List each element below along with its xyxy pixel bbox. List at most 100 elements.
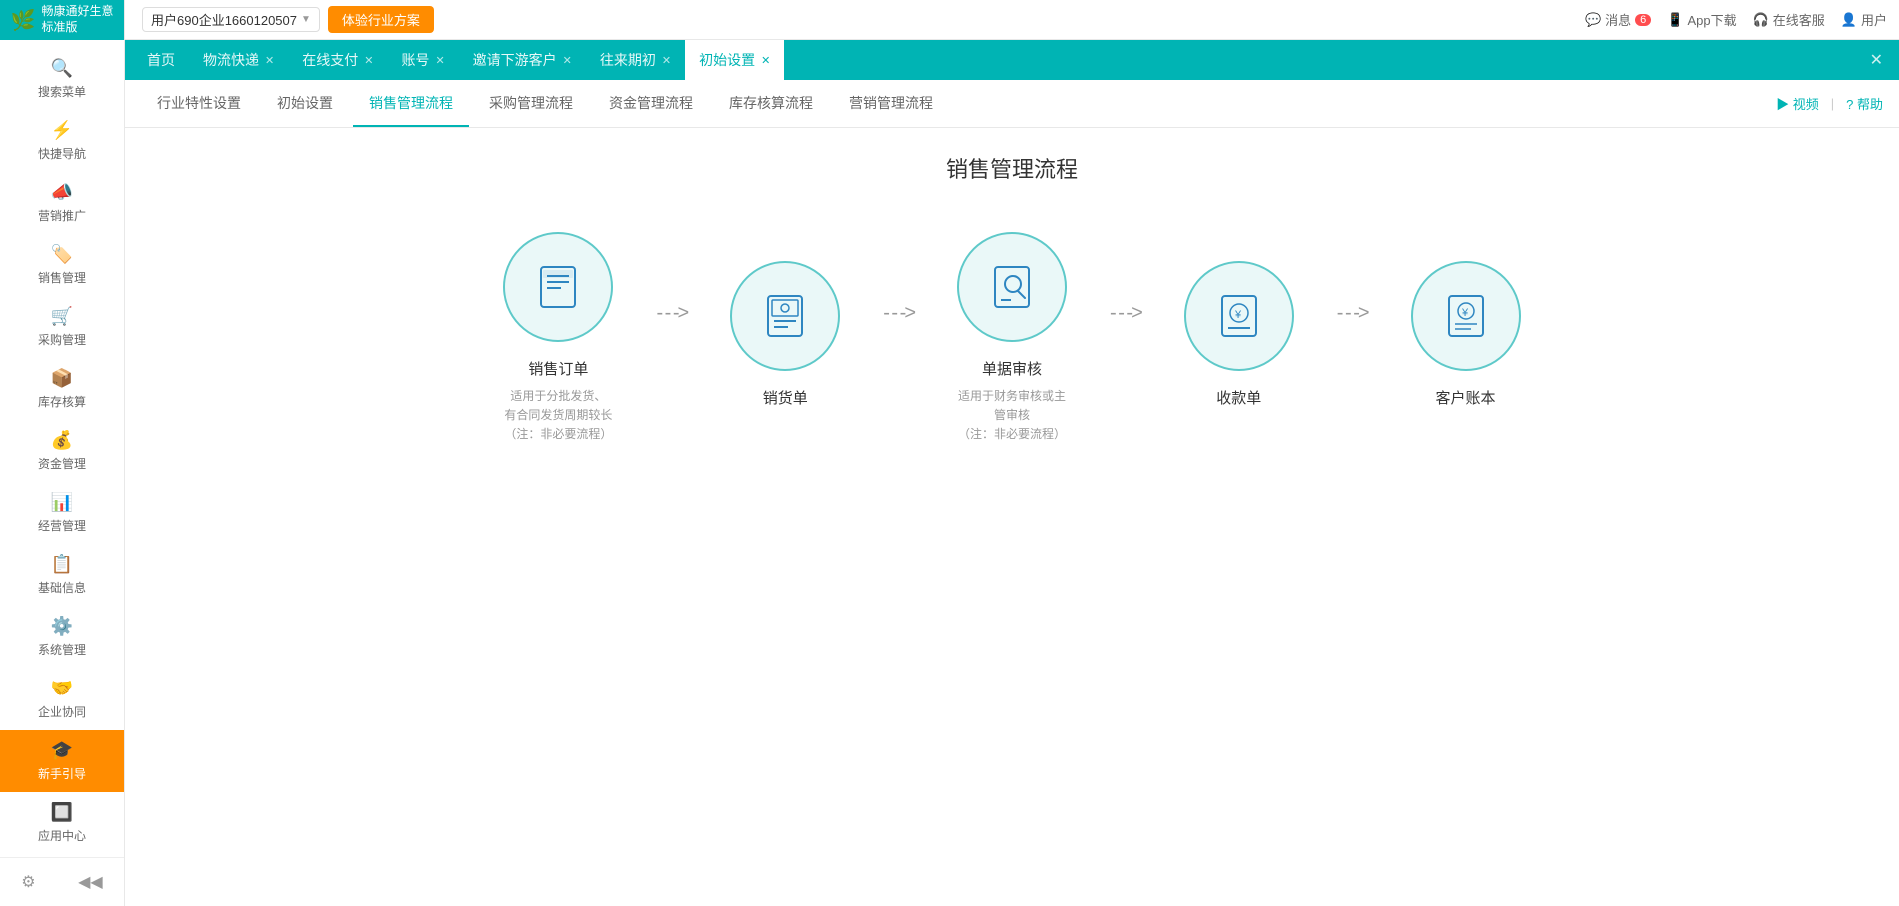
nav-tabs: 首页物流快递✕在线支付✕账号✕邀请下游客户✕往来期初✕初始设置✕✕ bbox=[125, 40, 1899, 80]
finance-icon: 💰 bbox=[51, 430, 73, 451]
play-icon: ▶ bbox=[1776, 97, 1789, 112]
sub-tabs: 行业特性设置初始设置销售管理流程采购管理流程资金管理流程库存核算流程营销管理流程… bbox=[125, 80, 1899, 128]
nav-tab-invite[interactable]: 邀请下游客户 ✕ bbox=[459, 40, 586, 80]
sidebar-item-base_info[interactable]: 📋基础信息 bbox=[0, 544, 124, 606]
sidebar-item-marketing_promo[interactable]: 📣营销推广 bbox=[0, 172, 124, 234]
online-service-button[interactable]: 🎧 在线客服 bbox=[1753, 10, 1825, 29]
nav-tab-label: 邀请下游客户 bbox=[473, 50, 557, 70]
sidebar-item-label: 营销推广 bbox=[38, 207, 86, 224]
sidebar-item-label: 企业协同 bbox=[38, 703, 86, 720]
user-selector[interactable]: 用户690企业1660120507 ▼ bbox=[142, 7, 320, 32]
message-icon: 💬 bbox=[1585, 12, 1601, 28]
nav-tab-init[interactable]: 初始设置 ✕ bbox=[685, 40, 784, 80]
sidebar: 🌿 畅康通好生意 标准版 🔍 搜索菜单 ⚡ 快捷导航 📣营销推广🏷️销售管理 🛒 采购管理 📦… bbox=[0, 0, 125, 906]
sidebar-item-quicknav[interactable]: ⚡ 快捷导航 bbox=[0, 110, 124, 172]
flow-step-sales_order[interactable]: 销售订单 适用于分批发货、有合同发货周期较长（注：非必要流程） bbox=[468, 232, 648, 445]
messages-button[interactable]: 💬 消息 6 bbox=[1585, 10, 1651, 29]
sidebar-item-sales_mgmt[interactable]: 🏷️销售管理 bbox=[0, 234, 124, 296]
sidebar-item-operations[interactable]: 📊 经营管理 bbox=[0, 482, 124, 544]
sidebar-bottom: ⚙ ◀◀ bbox=[0, 857, 124, 906]
nav-tab-close-icon[interactable]: ✕ bbox=[364, 54, 373, 67]
flow-step-name: 单据审核 bbox=[982, 358, 1042, 379]
sidebar-item-label: 应用中心 bbox=[38, 827, 86, 844]
sidebar-item-search[interactable]: 🔍 搜索菜单 bbox=[0, 48, 124, 110]
collapse-icon[interactable]: ◀◀ bbox=[72, 866, 109, 898]
inventory-icon: 📦 bbox=[51, 368, 73, 389]
nav-tab-label: 物流快递 bbox=[203, 50, 259, 70]
sub-tab-inventory_flow[interactable]: 库存核算流程 bbox=[713, 81, 829, 127]
sys_mgmt-icon: ⚙️ bbox=[51, 616, 73, 637]
flow-step-name: 客户账本 bbox=[1436, 387, 1496, 408]
nav-close-button[interactable]: ✕ bbox=[1862, 50, 1891, 70]
flow-step-sales_invoice[interactable]: 销货单 bbox=[695, 261, 875, 416]
sub-tab-init_setup[interactable]: 初始设置 bbox=[261, 81, 349, 127]
sidebar-logo: 🌿 畅康通好生意 标准版 bbox=[0, 0, 124, 40]
nav-tab-period[interactable]: 往来期初✕ bbox=[586, 40, 685, 80]
flow-step-name: 收款单 bbox=[1216, 387, 1261, 408]
sub-tab-sales_flow[interactable]: 销售管理流程 bbox=[353, 81, 469, 127]
settings-icon[interactable]: ⚙ bbox=[15, 866, 41, 898]
sidebar-item-label: 经营管理 bbox=[38, 517, 86, 534]
main-content: 行业特性设置初始设置销售管理流程采购管理流程资金管理流程库存核算流程营销管理流程… bbox=[125, 80, 1899, 906]
flow-step-customer_ledger[interactable]: ¥ 客户账本 bbox=[1376, 261, 1556, 416]
flow-chart: 销售订单 适用于分批发货、有合同发货周期较长（注：非必要流程） - - -> 销… bbox=[157, 232, 1867, 445]
sidebar-item-label: 系统管理 bbox=[38, 641, 86, 658]
nav-tab-close-icon[interactable]: ✕ bbox=[662, 54, 671, 67]
quicknav-icon: ⚡ bbox=[51, 120, 73, 141]
nav-tab-payment[interactable]: 在线支付✕ bbox=[288, 40, 387, 80]
sidebar-item-label: 库存核算 bbox=[38, 393, 86, 410]
search-icon: 🔍 bbox=[51, 58, 73, 79]
enterprise_collab-icon: 🤝 bbox=[51, 678, 73, 699]
flow-circle-receipt: ¥ bbox=[1184, 261, 1294, 371]
nav-tab-close-icon[interactable]: ✕ bbox=[563, 54, 572, 67]
nav-tab-home[interactable]: 首页 bbox=[133, 40, 189, 80]
nav-tab-close-icon[interactable]: ✕ bbox=[761, 54, 770, 67]
flow-step-receipt[interactable]: ¥ 收款单 bbox=[1149, 261, 1329, 416]
newbie-icon: 🎓 bbox=[51, 740, 73, 761]
top-bar: 用户690企业1660120507 ▼ 体验行业方案 💬 消息 6 📱 App下… bbox=[0, 0, 1899, 40]
nav-tab-close-icon[interactable]: ✕ bbox=[435, 54, 444, 67]
user-menu-button[interactable]: 👤 用户 bbox=[1841, 10, 1887, 29]
sub-tab-industry[interactable]: 行业特性设置 bbox=[141, 81, 257, 127]
sidebar-item-enterprise_collab[interactable]: 🤝 企业协同 bbox=[0, 668, 124, 730]
sub-tab-marketing_flow[interactable]: 营销管理流程 bbox=[833, 81, 949, 127]
sidebar-item-label: 快捷导航 bbox=[38, 145, 86, 162]
page-title: 销售管理流程 bbox=[157, 152, 1867, 184]
sidebar-item-finance[interactable]: 💰 资金管理 bbox=[0, 420, 124, 482]
flow-arrow: - - -> bbox=[1337, 302, 1368, 375]
video-help-button[interactable]: ▶ 视频 bbox=[1776, 94, 1819, 113]
nav-tab-close-icon[interactable]: ✕ bbox=[265, 54, 274, 67]
sub-tab-finance_flow[interactable]: 资金管理流程 bbox=[593, 81, 709, 127]
app_center-icon: 🔲 bbox=[51, 802, 73, 823]
nav-tab-label: 初始设置 bbox=[699, 50, 755, 70]
sidebar-item-newbie[interactable]: 🎓新手引导 bbox=[0, 730, 124, 792]
avatar-icon: 👤 bbox=[1841, 12, 1857, 28]
top-bar-left: 用户690企业1660120507 ▼ 体验行业方案 bbox=[142, 6, 434, 33]
logo-icon: 🌿 bbox=[11, 8, 36, 33]
flow-step-doc_review[interactable]: 单据审核 适用于财务审核或主管审核（注：非必要流程） bbox=[922, 232, 1102, 445]
sales_mgmt-icon: 🏷️ bbox=[51, 244, 73, 265]
top-bar-right: 💬 消息 6 📱 App下载 🎧 在线客服 👤 用户 bbox=[1585, 10, 1887, 29]
help-button[interactable]: ? 帮助 bbox=[1846, 94, 1883, 113]
nav-tab-label: 账号 bbox=[401, 50, 429, 70]
flow-arrow: - - -> bbox=[1110, 302, 1141, 375]
operations-icon: 📊 bbox=[51, 492, 73, 513]
base_info-icon: 📋 bbox=[51, 554, 73, 575]
app-download-button[interactable]: 📱 App下载 bbox=[1667, 10, 1736, 29]
sidebar-item-purchase_mgmt[interactable]: 🛒 采购管理 bbox=[0, 296, 124, 358]
svg-text:¥: ¥ bbox=[1461, 307, 1469, 319]
sidebar-item-sys_mgmt[interactable]: ⚙️ 系统管理 bbox=[0, 606, 124, 668]
sidebar-item-label: 资金管理 bbox=[38, 455, 86, 472]
trial-button[interactable]: 体验行业方案 bbox=[328, 6, 434, 33]
nav-tab-label: 首页 bbox=[147, 50, 175, 70]
nav-tab-logistics[interactable]: 物流快递 ✕ bbox=[189, 40, 288, 80]
sidebar-item-app_center[interactable]: 🔲 应用中心 bbox=[0, 792, 124, 854]
sidebar-item-inventory[interactable]: 📦 库存核算 bbox=[0, 358, 124, 420]
svg-text:¥: ¥ bbox=[1234, 309, 1242, 321]
purchase_mgmt-icon: 🛒 bbox=[51, 306, 73, 327]
sidebar-item-label: 采购管理 bbox=[38, 331, 86, 348]
nav-tab-account[interactable]: 账号 ✕ bbox=[387, 40, 458, 80]
sub-tab-purchase_flow[interactable]: 采购管理流程 bbox=[473, 81, 589, 127]
flow-circle-sales_invoice bbox=[730, 261, 840, 371]
sidebar-item-label: 搜索菜单 bbox=[38, 83, 86, 100]
